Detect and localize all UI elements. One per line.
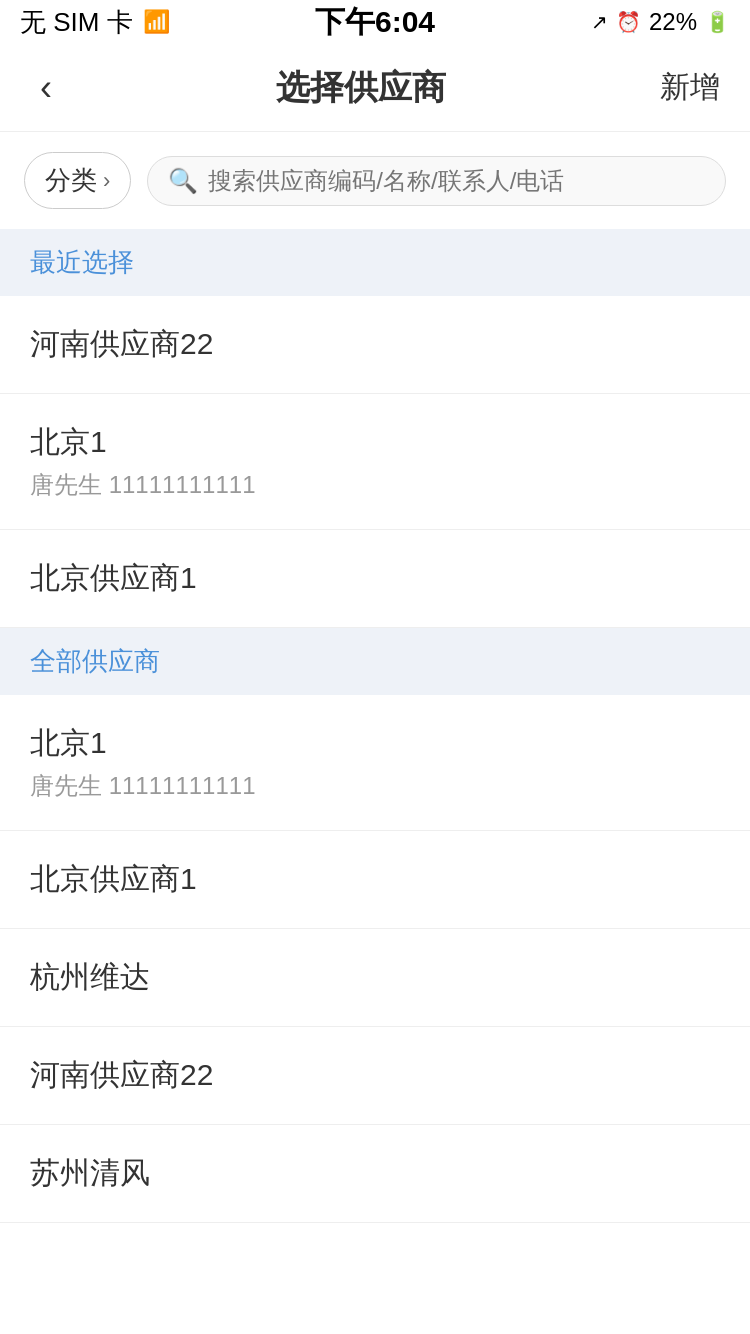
location-icon: ↗ xyxy=(591,10,608,34)
all-list-item[interactable]: 苏州清风 xyxy=(0,1125,750,1223)
status-bar: 无 SIM 卡 📶 下午6:04 ↗ ⏰ 22% 🔋 xyxy=(0,0,750,44)
battery-level: 22% xyxy=(649,8,697,36)
search-box[interactable]: 🔍 xyxy=(147,156,726,206)
item-name: 北京1 xyxy=(30,723,720,764)
page-title: 选择供应商 xyxy=(276,65,446,111)
status-right: ↗ ⏰ 22% 🔋 xyxy=(591,8,730,36)
nav-bar: ‹ 选择供应商 新增 xyxy=(0,44,750,132)
filter-bar: 分类 › 🔍 xyxy=(0,132,750,229)
item-sub: 唐先生 11111111111 xyxy=(30,469,720,501)
item-name: 北京供应商1 xyxy=(30,558,720,599)
recent-section-label: 最近选择 xyxy=(30,247,134,277)
search-icon: 🔍 xyxy=(168,167,198,195)
item-name: 河南供应商22 xyxy=(30,1055,720,1096)
status-time: 下午6:04 xyxy=(315,2,435,43)
category-label: 分类 xyxy=(45,163,97,198)
recent-section-header: 最近选择 xyxy=(0,229,750,296)
all-section-header: 全部供应商 xyxy=(0,628,750,695)
search-input[interactable] xyxy=(208,167,705,195)
all-list-item[interactable]: 北京1 唐先生 11111111111 xyxy=(0,695,750,831)
item-sub: 唐先生 11111111111 xyxy=(30,770,720,802)
chevron-right-icon: › xyxy=(103,168,110,194)
category-filter-button[interactable]: 分类 › xyxy=(24,152,131,209)
recent-list-item[interactable]: 北京1 唐先生 11111111111 xyxy=(0,394,750,530)
all-list-item[interactable]: 河南供应商22 xyxy=(0,1027,750,1125)
item-name: 河南供应商22 xyxy=(30,324,720,365)
item-name: 苏州清风 xyxy=(30,1153,720,1194)
all-list-item[interactable]: 杭州维达 xyxy=(0,929,750,1027)
all-section-label: 全部供应商 xyxy=(30,646,160,676)
item-name: 北京1 xyxy=(30,422,720,463)
recent-items-list: 河南供应商22 北京1 唐先生 11111111111 北京供应商1 xyxy=(0,296,750,628)
all-list-item[interactable]: 北京供应商1 xyxy=(0,831,750,929)
alarm-icon: ⏰ xyxy=(616,10,641,34)
add-button[interactable]: 新增 xyxy=(660,67,720,108)
item-name: 北京供应商1 xyxy=(30,859,720,900)
sim-text: 无 SIM 卡 xyxy=(20,5,133,40)
item-name: 杭州维达 xyxy=(30,957,720,998)
battery-icon: 🔋 xyxy=(705,10,730,34)
all-items-list: 北京1 唐先生 11111111111 北京供应商1 杭州维达河南供应商22 苏州清风 xyxy=(0,695,750,1223)
status-left: 无 SIM 卡 📶 xyxy=(20,5,170,40)
recent-list-item[interactable]: 北京供应商1 xyxy=(0,530,750,628)
back-button[interactable]: ‹ xyxy=(30,57,62,119)
wifi-icon: 📶 xyxy=(143,9,170,35)
recent-list-item[interactable]: 河南供应商22 xyxy=(0,296,750,394)
